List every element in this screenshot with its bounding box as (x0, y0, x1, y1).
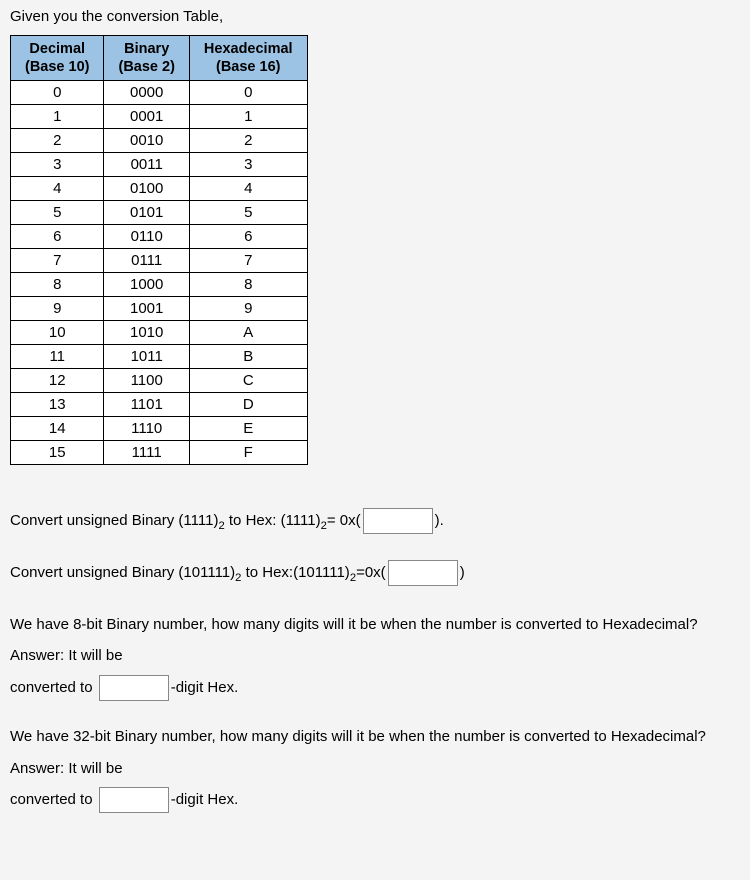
cell-dec: 4 (11, 177, 104, 201)
cell-dec: 11 (11, 345, 104, 369)
header-binary: Binary (Base 2) (104, 36, 189, 81)
q1-input[interactable] (363, 508, 433, 534)
q1-post: ). (435, 512, 444, 529)
cell-hex: A (189, 321, 307, 345)
cell-hex: B (189, 345, 307, 369)
header-binary-l1: Binary (124, 41, 169, 57)
q4-line2b: -digit Hex. (171, 791, 239, 808)
table-row: 141110E (11, 417, 308, 441)
header-hex-l2: (Base 16) (216, 59, 280, 75)
table-row: 121100C (11, 369, 308, 393)
cell-dec: 14 (11, 417, 104, 441)
cell-dec: 6 (11, 225, 104, 249)
table-row: 200102 (11, 129, 308, 153)
cell-dec: 0 (11, 81, 104, 105)
q3-input[interactable] (99, 675, 169, 701)
table-row: 151111F (11, 441, 308, 465)
header-decimal-l2: (Base 10) (25, 59, 89, 75)
cell-hex: 4 (189, 177, 307, 201)
q1-eq: = 0x( (327, 512, 361, 529)
cell-hex: 5 (189, 201, 307, 225)
cell-dec: 1 (11, 105, 104, 129)
question-2: Convert unsigned Binary (101111)2 to Hex… (10, 557, 740, 591)
cell-bin: 1100 (104, 369, 189, 393)
cell-bin: 1001 (104, 297, 189, 321)
question-1: Convert unsigned Binary (1111)2 to Hex: … (10, 505, 740, 539)
cell-hex: 1 (189, 105, 307, 129)
question-3: We have 8-bit Binary number, how many di… (10, 609, 740, 704)
cell-bin: 0001 (104, 105, 189, 129)
cell-hex: E (189, 417, 307, 441)
q1-pre: Convert unsigned Binary (1111) (10, 512, 218, 529)
cell-bin: 1101 (104, 393, 189, 417)
cell-hex: 0 (189, 81, 307, 105)
table-row: 701117 (11, 249, 308, 273)
table-row: 601106 (11, 225, 308, 249)
cell-hex: D (189, 393, 307, 417)
cell-bin: 1010 (104, 321, 189, 345)
cell-bin: 0011 (104, 153, 189, 177)
table-row: 000000 (11, 81, 308, 105)
cell-dec: 3 (11, 153, 104, 177)
header-hex-l1: Hexadecimal (204, 41, 293, 57)
cell-dec: 15 (11, 441, 104, 465)
cell-dec: 10 (11, 321, 104, 345)
cell-bin: 0110 (104, 225, 189, 249)
header-decimal-l1: Decimal (29, 41, 85, 57)
cell-dec: 13 (11, 393, 104, 417)
table-row: 910019 (11, 297, 308, 321)
cell-bin: 1110 (104, 417, 189, 441)
cell-bin: 0010 (104, 129, 189, 153)
cell-hex: C (189, 369, 307, 393)
cell-dec: 12 (11, 369, 104, 393)
conversion-table: Decimal (Base 10) Binary (Base 2) Hexade… (10, 35, 308, 465)
cell-hex: 8 (189, 273, 307, 297)
q4-line2a: converted to (10, 791, 97, 808)
q3-line2a: converted to (10, 679, 97, 696)
cell-bin: 0000 (104, 81, 189, 105)
table-row: 810008 (11, 273, 308, 297)
intro-text: Given you the conversion Table, (10, 8, 740, 25)
q2-post: ) (460, 564, 465, 581)
cell-hex: F (189, 441, 307, 465)
cell-hex: 9 (189, 297, 307, 321)
table-row: 501015 (11, 201, 308, 225)
q4-line1: We have 32-bit Binary number, how many d… (10, 728, 706, 777)
table-row: 131101D (11, 393, 308, 417)
q3-line2b: -digit Hex. (171, 679, 239, 696)
header-binary-l2: (Base 2) (118, 59, 174, 75)
table-row: 111011B (11, 345, 308, 369)
q2-pre: Convert unsigned Binary (101111) (10, 564, 235, 581)
cell-hex: 7 (189, 249, 307, 273)
cell-hex: 2 (189, 129, 307, 153)
question-4: We have 32-bit Binary number, how many d… (10, 721, 740, 816)
table-row: 401004 (11, 177, 308, 201)
header-decimal: Decimal (Base 10) (11, 36, 104, 81)
q1-mid: to Hex: (1111) (225, 512, 321, 529)
cell-dec: 2 (11, 129, 104, 153)
cell-bin: 0101 (104, 201, 189, 225)
cell-hex: 6 (189, 225, 307, 249)
table-row: 300113 (11, 153, 308, 177)
cell-bin: 1011 (104, 345, 189, 369)
q4-input[interactable] (99, 787, 169, 813)
cell-dec: 8 (11, 273, 104, 297)
cell-bin: 1000 (104, 273, 189, 297)
header-hex: Hexadecimal (Base 16) (189, 36, 307, 81)
cell-dec: 9 (11, 297, 104, 321)
cell-hex: 3 (189, 153, 307, 177)
cell-bin: 1111 (104, 441, 189, 465)
q2-input[interactable] (388, 560, 458, 586)
table-body: 0000001000112001023001134010045010156011… (11, 81, 308, 465)
table-row: 100011 (11, 105, 308, 129)
cell-bin: 0100 (104, 177, 189, 201)
q2-mid: to Hex:(101111) (241, 564, 349, 581)
q2-eq: =0x( (356, 564, 386, 581)
q3-line1: We have 8-bit Binary number, how many di… (10, 616, 698, 665)
cell-dec: 5 (11, 201, 104, 225)
table-row: 101010A (11, 321, 308, 345)
cell-bin: 0111 (104, 249, 189, 273)
cell-dec: 7 (11, 249, 104, 273)
